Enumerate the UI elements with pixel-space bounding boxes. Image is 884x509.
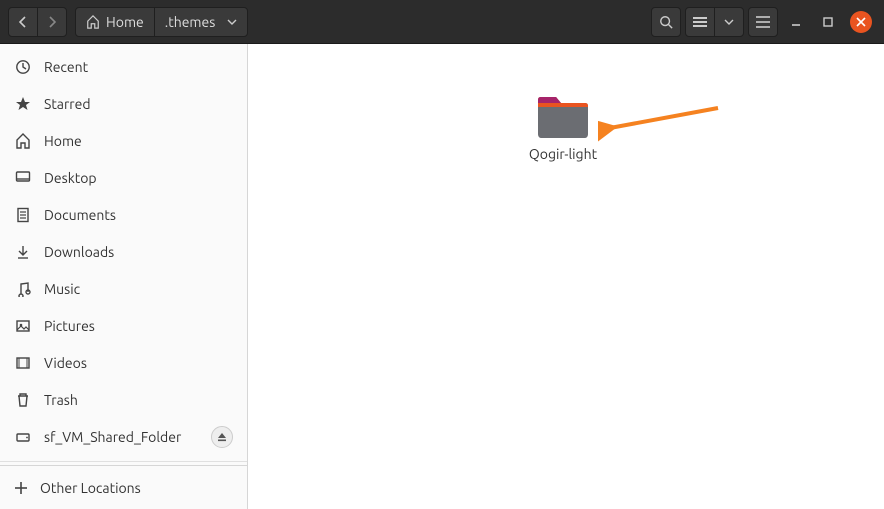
recent-icon xyxy=(14,59,32,75)
sidebar-item-label: Documents xyxy=(44,207,116,223)
maximize-icon xyxy=(822,16,834,28)
music-icon xyxy=(14,281,32,297)
sidebar-item-downloads[interactable]: Downloads xyxy=(0,233,247,270)
sidebar-item-videos[interactable]: Videos xyxy=(0,344,247,381)
chevron-down-icon xyxy=(223,18,241,26)
trash-icon xyxy=(14,392,32,408)
pictures-icon xyxy=(14,318,32,334)
documents-icon xyxy=(14,207,32,223)
sidebar-list: Recent Starred Home Desktop Documents Do xyxy=(0,44,247,465)
sidebar-item-label: Pictures xyxy=(44,318,95,334)
drive-icon xyxy=(14,429,32,445)
folder-label: Qogir-light xyxy=(529,146,597,162)
file-view[interactable]: Qogir-light xyxy=(248,44,884,509)
sidebar-item-label: Desktop xyxy=(44,170,97,186)
hamburger-icon xyxy=(756,16,770,28)
sidebar-item-label: Recent xyxy=(44,59,88,75)
folder-item[interactable]: Qogir-light xyxy=(523,94,603,162)
main-area: Recent Starred Home Desktop Documents Do xyxy=(0,44,884,509)
path-segment-themes[interactable]: .themes xyxy=(154,7,249,37)
headerbar: Home .themes xyxy=(0,0,884,44)
list-view-icon xyxy=(693,16,707,28)
search-button[interactable] xyxy=(651,7,681,37)
window-maximize-button[interactable] xyxy=(814,7,842,37)
desktop-icon xyxy=(14,170,32,186)
sidebar: Recent Starred Home Desktop Documents Do xyxy=(0,44,248,509)
sidebar-item-shared-folder[interactable]: sf_VM_Shared_Folder xyxy=(0,418,247,455)
chevron-down-icon xyxy=(724,18,734,26)
sidebar-item-documents[interactable]: Documents xyxy=(0,196,247,233)
pathbar: Home .themes xyxy=(75,7,248,37)
sidebar-item-starred[interactable]: Starred xyxy=(0,85,247,122)
sidebar-item-label: Trash xyxy=(44,392,78,408)
sidebar-item-label: sf_VM_Shared_Folder xyxy=(44,429,181,445)
nav-forward-button[interactable] xyxy=(37,7,67,37)
view-list-button[interactable] xyxy=(685,7,715,37)
window-minimize-button[interactable] xyxy=(782,7,810,37)
path-segment-home[interactable]: Home xyxy=(75,7,155,37)
home-icon xyxy=(86,15,100,29)
search-icon xyxy=(659,15,673,29)
downloads-icon xyxy=(14,244,32,260)
sidebar-item-music[interactable]: Music xyxy=(0,270,247,307)
plus-icon xyxy=(14,481,28,495)
sidebar-item-label: Music xyxy=(44,281,80,297)
sidebar-divider xyxy=(0,461,247,462)
nav-back-button[interactable] xyxy=(8,7,38,37)
star-icon xyxy=(14,96,32,112)
hamburger-menu-button[interactable] xyxy=(748,7,778,37)
sidebar-item-label: Starred xyxy=(44,96,91,112)
minimize-icon xyxy=(790,16,802,28)
chevron-left-icon xyxy=(18,16,28,28)
folder-icon xyxy=(536,94,590,140)
sidebar-item-recent[interactable]: Recent xyxy=(0,48,247,85)
sidebar-item-trash[interactable]: Trash xyxy=(0,381,247,418)
path-label: .themes xyxy=(165,14,216,30)
window-close-button[interactable] xyxy=(850,11,872,33)
view-dropdown-button[interactable] xyxy=(714,7,744,37)
sidebar-item-label: Home xyxy=(44,133,82,149)
eject-button[interactable] xyxy=(211,426,233,448)
sidebar-item-label: Downloads xyxy=(44,244,114,260)
sidebar-other-locations[interactable]: Other Locations xyxy=(0,465,247,509)
eject-icon xyxy=(217,432,227,442)
sidebar-item-home[interactable]: Home xyxy=(0,122,247,159)
sidebar-item-label: Videos xyxy=(44,355,87,371)
home-icon xyxy=(14,133,32,149)
videos-icon xyxy=(14,355,32,371)
sidebar-item-desktop[interactable]: Desktop xyxy=(0,159,247,196)
sidebar-item-pictures[interactable]: Pictures xyxy=(0,307,247,344)
annotation-arrow xyxy=(598,98,728,148)
path-label: Home xyxy=(106,14,144,30)
close-icon xyxy=(856,17,866,27)
sidebar-item-label: Other Locations xyxy=(40,480,141,496)
chevron-right-icon xyxy=(47,16,57,28)
